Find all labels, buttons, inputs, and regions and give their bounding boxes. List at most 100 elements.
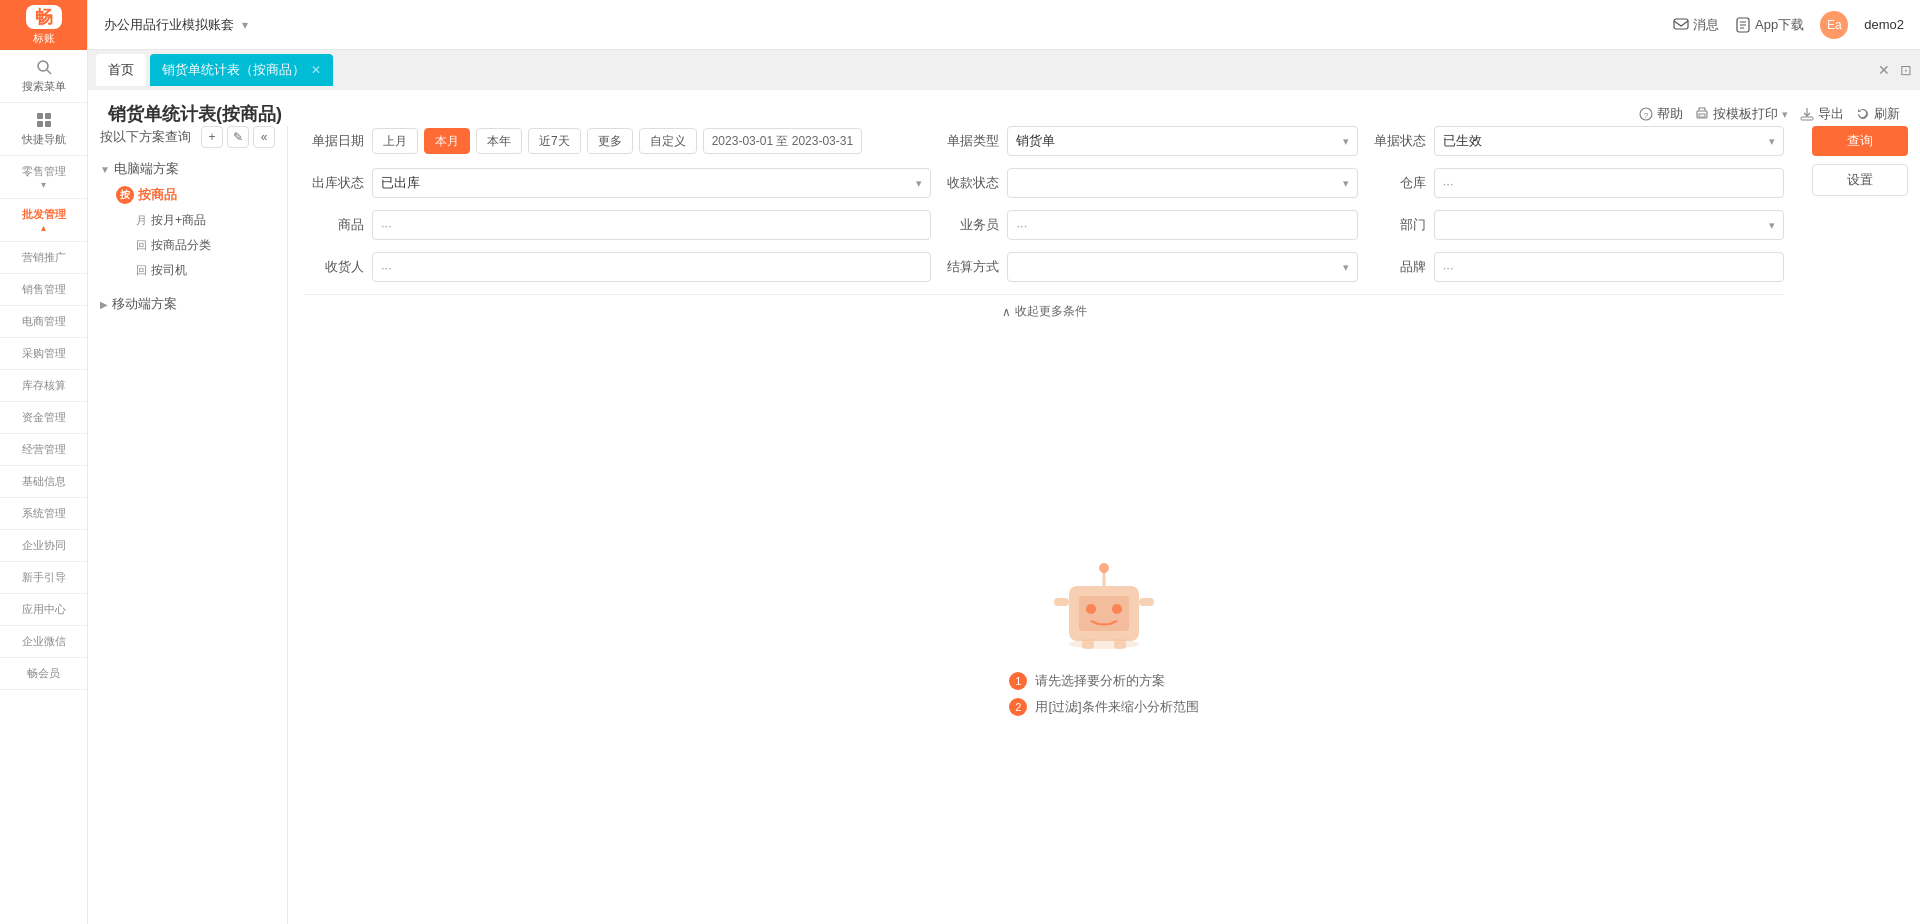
sidebar-item-ecom[interactable]: 电商管理: [0, 306, 87, 338]
topbar-right: 消息 App下载 Ea demo2: [1673, 11, 1904, 39]
tab-report[interactable]: 销货单统计表（按商品） ✕: [150, 54, 333, 86]
tab-home[interactable]: 首页: [96, 54, 146, 86]
this-year-btn[interactable]: 本年: [476, 128, 522, 154]
app-logo: 畅 标账: [0, 0, 87, 50]
settings-btn[interactable]: 设置: [1812, 164, 1908, 196]
svg-rect-26: [1082, 639, 1094, 649]
more-date-btn[interactable]: 更多: [587, 128, 633, 154]
sidebar-item-purchase[interactable]: 采购管理: [0, 338, 87, 370]
page-header: 销货单统计表(按商品) ? 帮助 按模板打印 ▾ 导出 刷新: [88, 90, 1920, 126]
page-actions: ? 帮助 按模板打印 ▾ 导出 刷新: [1639, 105, 1900, 123]
tree-mobile-section[interactable]: ▶ 移动端方案: [96, 291, 279, 317]
collection-filter: 收款状态 ▾: [939, 168, 1357, 198]
app-download-btn[interactable]: App下载: [1735, 16, 1804, 34]
tree-pc-section: ▼ 电脑端方案: [96, 156, 279, 182]
sidebar-item-system[interactable]: 系统管理: [0, 498, 87, 530]
window-maximize-btn[interactable]: ⊡: [1900, 62, 1912, 78]
empty-step-1: 1 请先选择要分析的方案: [1009, 672, 1198, 690]
doc-type-chevron: ▾: [1343, 135, 1349, 148]
svg-rect-6: [1674, 19, 1688, 29]
sidebar-item-search-menu[interactable]: 搜索菜单: [0, 50, 87, 103]
settlement-select[interactable]: ▾: [1007, 252, 1357, 282]
svg-rect-27: [1114, 639, 1126, 649]
dept-filter: 部门 ▾: [1366, 210, 1784, 240]
sidebar-item-basics[interactable]: 基础信息: [0, 466, 87, 498]
doc-status-select[interactable]: 已生效 ▾: [1434, 126, 1784, 156]
download-icon: [1735, 17, 1751, 33]
svg-point-19: [1086, 604, 1096, 614]
edit-scheme-btn[interactable]: ✎: [227, 126, 249, 148]
warehouse-filter: 出库状态 已出库 ▾: [304, 168, 931, 198]
sidebar-item-marketing[interactable]: 营销推广: [0, 242, 87, 274]
sidebar-item-app-center[interactable]: 应用中心: [0, 594, 87, 626]
sidebar-item-operations[interactable]: 经营管理: [0, 434, 87, 466]
collapse-conditions-btn[interactable]: ∧ 收起更多条件: [304, 294, 1784, 328]
doc-type-select[interactable]: 销货单 ▾: [1007, 126, 1357, 156]
last-month-btn[interactable]: 上月: [372, 128, 418, 154]
svg-rect-4: [37, 121, 43, 127]
storage-input[interactable]: ···: [1434, 168, 1784, 198]
svg-line-1: [47, 70, 51, 74]
month-product-icon: 月: [136, 213, 147, 228]
filter-sidebar-header: 按以下方案查询 + ✎ «: [96, 126, 279, 148]
sidebar-item-retail[interactable]: 零售管理 ▾: [0, 156, 87, 199]
avatar[interactable]: Ea: [1820, 11, 1848, 39]
scheme-by-category[interactable]: 回 按商品分类: [112, 233, 279, 258]
scheme-by-product[interactable]: 按 按商品: [112, 182, 279, 208]
sidebar-item-inventory[interactable]: 库存核算: [0, 370, 87, 402]
sidebar-item-sales[interactable]: 销售管理: [0, 274, 87, 306]
window-close-btn[interactable]: ✕: [1878, 62, 1890, 78]
sidebar-item-newbie[interactable]: 新手引导: [0, 562, 87, 594]
sidebar-item-wholesale[interactable]: 批发管理 ▴: [0, 199, 87, 242]
print-btn[interactable]: 按模板打印 ▾: [1695, 105, 1788, 123]
scheme-by-cashier[interactable]: 回 按司机: [112, 258, 279, 283]
main-area: 办公用品行业模拟账套 ▾ 消息 App下载 Ea demo2 首页 销货单统计表…: [88, 0, 1920, 924]
tabbar: 首页 销货单统计表（按商品） ✕ ✕ ⊡: [88, 50, 1920, 90]
product-input[interactable]: ···: [372, 210, 931, 240]
svg-rect-18: [1079, 596, 1129, 631]
sidebar-item-finance[interactable]: 资金管理: [0, 402, 87, 434]
query-btn[interactable]: 查询: [1812, 126, 1908, 156]
filter-row-1: 单据日期 上月 本月 本年 近7天 更多 自定义 2023-03-01 至 20…: [304, 126, 1784, 156]
step-2-num: 2: [1009, 698, 1027, 716]
scheme-by-month-product[interactable]: 月 按月+商品: [112, 208, 279, 233]
receiver-input[interactable]: ···: [372, 252, 931, 282]
brand-input[interactable]: ···: [1434, 252, 1784, 282]
sidebar-item-member[interactable]: 畅会员: [0, 658, 87, 690]
7days-btn[interactable]: 近7天: [528, 128, 581, 154]
message-btn[interactable]: 消息: [1673, 16, 1719, 34]
retail-arrow: ▾: [41, 179, 46, 190]
receiver-filter: 收货人 ···: [304, 252, 931, 282]
svg-point-0: [38, 61, 48, 71]
sidebar-item-corp-wechat[interactable]: 企业微信: [0, 626, 87, 658]
svg-rect-2: [37, 113, 43, 119]
sidebar-item-enterprise[interactable]: 企业协同: [0, 530, 87, 562]
staff-filter: 业务员 ···: [939, 210, 1357, 240]
dept-select[interactable]: ▾: [1434, 210, 1784, 240]
export-btn[interactable]: 导出: [1800, 105, 1844, 123]
industry-dropdown-arrow[interactable]: ▾: [242, 18, 248, 32]
svg-point-20: [1112, 604, 1122, 614]
help-btn[interactable]: ? 帮助: [1639, 105, 1683, 123]
step-1-num: 1: [1009, 672, 1027, 690]
collection-select[interactable]: ▾: [1007, 168, 1357, 198]
sidebar-item-quick-nav[interactable]: 快捷导航: [0, 103, 87, 156]
add-scheme-btn[interactable]: +: [201, 126, 223, 148]
tab-close-btn[interactable]: ✕: [311, 63, 321, 77]
content-area: 销货单统计表(按商品) ? 帮助 按模板打印 ▾ 导出 刷新: [88, 90, 1920, 924]
custom-date-btn[interactable]: 自定义: [639, 128, 697, 154]
filter-row-3: 商品 ··· 业务员 ···: [304, 210, 1784, 240]
refresh-btn[interactable]: 刷新: [1856, 105, 1900, 123]
search-icon: [35, 58, 53, 76]
warehouse-select[interactable]: 已出库 ▾: [372, 168, 931, 198]
print-dropdown-arrow[interactable]: ▾: [1782, 108, 1788, 121]
logo-icon: 畅: [26, 5, 62, 29]
topbar-left: 办公用品行业模拟账套 ▾: [104, 16, 248, 34]
this-month-btn[interactable]: 本月: [424, 128, 470, 154]
filter-main: 单据日期 上月 本月 本年 近7天 更多 自定义 2023-03-01 至 20…: [288, 126, 1920, 924]
warehouse-chevron: ▾: [916, 177, 922, 190]
staff-input[interactable]: ···: [1007, 210, 1357, 240]
collapse-sidebar-btn[interactable]: «: [253, 126, 275, 148]
doc-status-chevron: ▾: [1769, 135, 1775, 148]
date-buttons: 上月 本月 本年 近7天 更多 自定义 2023-03-01 至 2023-03…: [372, 128, 931, 154]
